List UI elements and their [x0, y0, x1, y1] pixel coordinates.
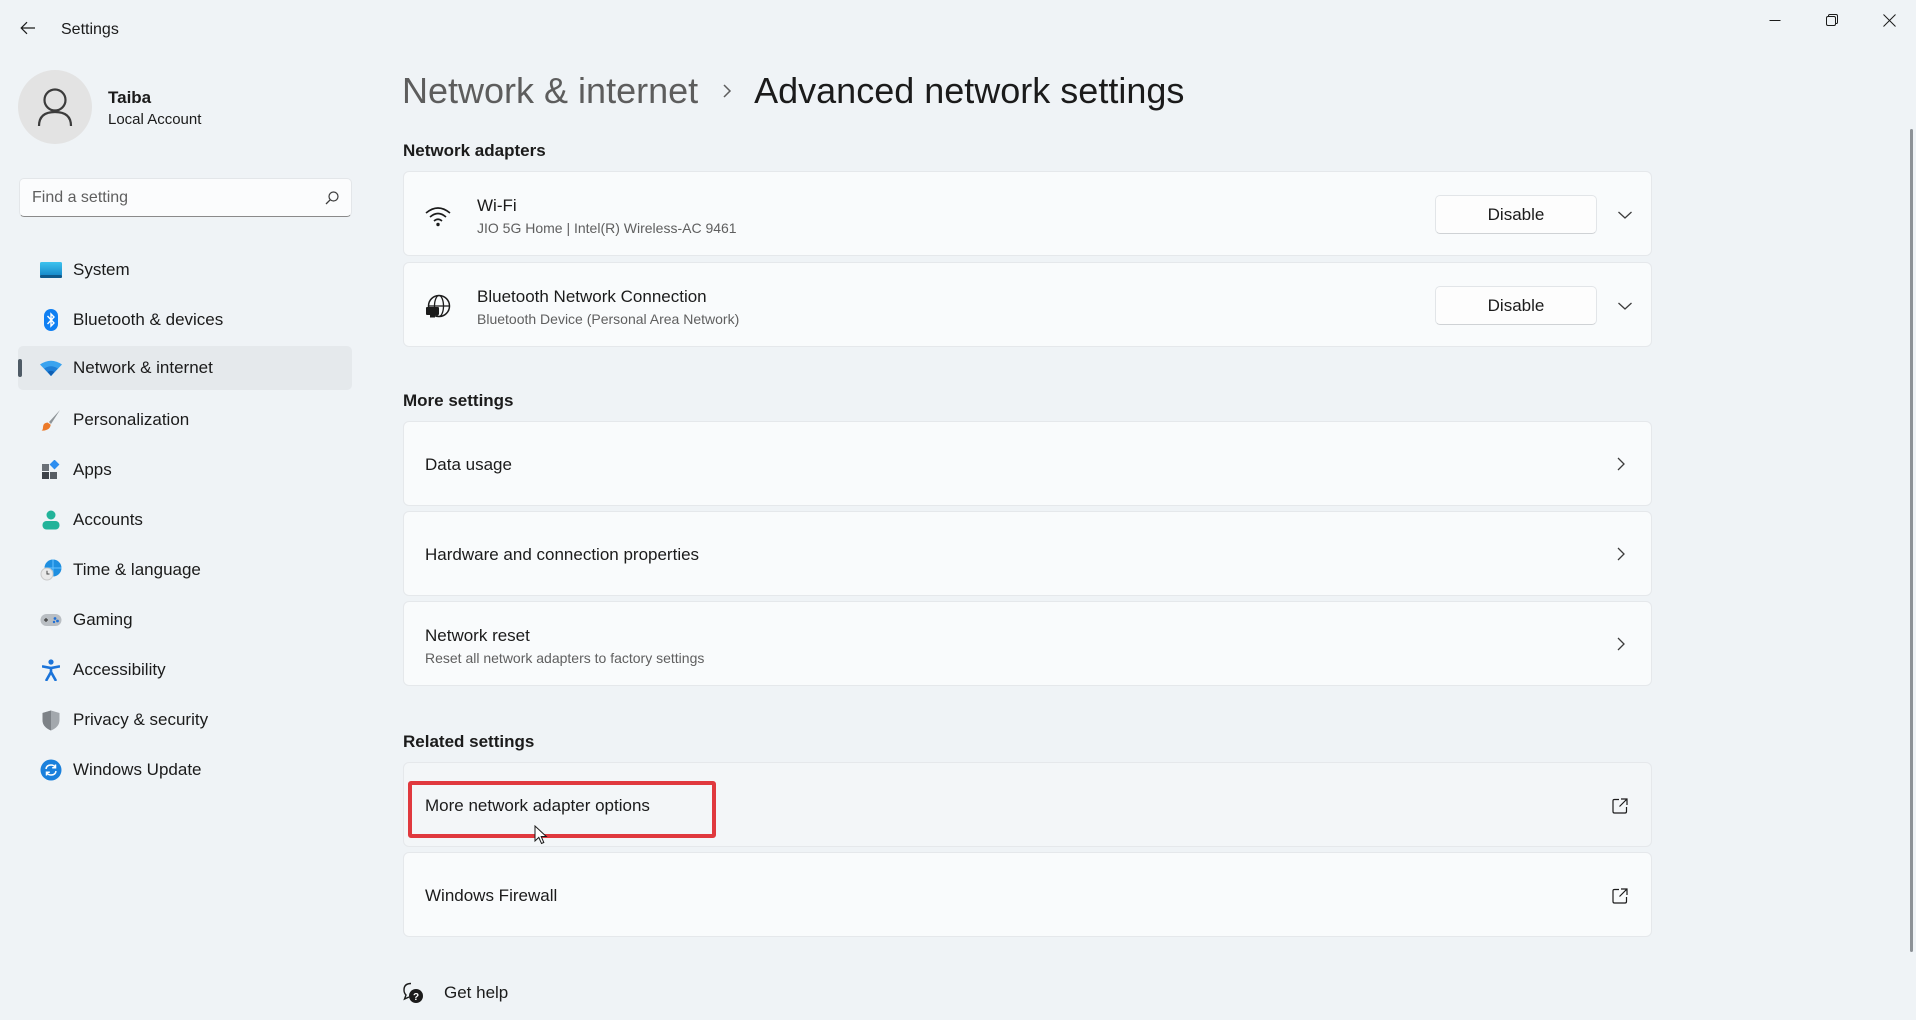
minimize-icon: [1769, 20, 1781, 21]
selection-indicator: [18, 359, 22, 377]
bluetooth-icon: [40, 309, 62, 331]
chevron-right-icon: [1613, 636, 1629, 652]
sidebar-item-network[interactable]: Network & internet: [18, 346, 352, 390]
breadcrumb: Network & internet Advanced network sett…: [402, 70, 1184, 112]
card-title: Windows Firewall: [425, 886, 558, 905]
breadcrumb-parent-link[interactable]: Network & internet: [402, 70, 698, 112]
refresh-icon: [40, 759, 62, 781]
card-title: Hardware and connection properties: [425, 545, 700, 564]
chevron-right-icon: [722, 83, 732, 99]
sidebar-item-label: Apps: [73, 460, 112, 479]
sidebar-item-bluetooth[interactable]: Bluetooth & devices: [18, 298, 352, 342]
chevron-down-icon: [1618, 302, 1632, 310]
section-title-related-settings: Related settings: [403, 732, 535, 751]
person-outline-icon: [37, 88, 73, 127]
adapter-card-wifi: Wi-Fi JIO 5G Home | Intel(R) Wireless-AC…: [403, 171, 1652, 256]
chevron-down-icon: [1618, 211, 1632, 219]
sidebar-item-accessibility[interactable]: Accessibility: [18, 648, 352, 692]
adapter-name: Bluetooth Network Connection: [477, 287, 707, 306]
sidebar-item-personalization[interactable]: Personalization: [18, 398, 352, 442]
search-icon[interactable]: [325, 190, 339, 205]
sidebar-item-label: System: [73, 260, 130, 279]
gamepad-icon: [40, 609, 62, 631]
network-reset-card[interactable]: Network reset Reset all network adapters…: [403, 601, 1652, 686]
sidebar-item-privacy[interactable]: Privacy & security: [18, 698, 352, 742]
sidebar-item-label: Time & language: [73, 560, 201, 579]
card-title: More network adapter options: [425, 796, 650, 815]
person-icon: [40, 509, 62, 531]
apps-icon: [40, 459, 62, 481]
restore-icon: [1826, 14, 1838, 26]
wifi-icon: [40, 357, 62, 379]
sidebar-item-accounts[interactable]: Accounts: [18, 498, 352, 542]
profile-name: Taiba: [108, 88, 152, 107]
card-title: Network reset: [425, 626, 530, 645]
accessibility-icon: [40, 659, 62, 681]
arrow-left-icon: [20, 21, 35, 35]
sidebar-item-label: Network & internet: [73, 358, 213, 377]
adapter-card-bluetooth: Bluetooth Network Connection Bluetooth D…: [403, 262, 1652, 347]
get-help-link[interactable]: ? Get help: [402, 978, 508, 1008]
globe-monitor-icon: [424, 293, 452, 321]
sidebar-item-apps[interactable]: Apps: [18, 448, 352, 492]
disable-wifi-button[interactable]: Disable: [1435, 195, 1597, 234]
avatar[interactable]: [18, 70, 92, 144]
close-button[interactable]: [1866, 4, 1912, 36]
more-network-adapter-options-card[interactable]: More network adapter options: [403, 762, 1652, 847]
app-title: Settings: [61, 21, 119, 38]
sidebar-item-system[interactable]: System: [18, 248, 352, 292]
help-chat-icon: ?: [403, 982, 423, 1003]
disable-bluetooth-network-button[interactable]: Disable: [1435, 286, 1597, 325]
sidebar-item-gaming[interactable]: Gaming: [18, 598, 352, 642]
external-link-icon: [1611, 887, 1629, 905]
minimize-button[interactable]: [1752, 4, 1798, 36]
sidebar-item-label: Privacy & security: [73, 710, 209, 729]
adapter-name: Wi-Fi: [477, 196, 517, 215]
shield-icon: [40, 709, 62, 731]
expand-wifi-button[interactable]: [1612, 202, 1638, 228]
sidebar-item-label: Windows Update: [73, 760, 202, 779]
chevron-right-icon: [1613, 456, 1629, 472]
back-button[interactable]: [14, 14, 42, 42]
hardware-properties-card[interactable]: Hardware and connection properties: [403, 511, 1652, 596]
sidebar-item-label: Accounts: [73, 510, 143, 529]
card-title: Data usage: [425, 455, 512, 474]
search-input[interactable]: [32, 188, 325, 207]
sidebar-item-windows-update[interactable]: Windows Update: [18, 748, 352, 792]
windows-firewall-card[interactable]: Windows Firewall: [403, 852, 1652, 937]
search-box[interactable]: [19, 178, 352, 217]
sidebar-item-label: Bluetooth & devices: [73, 310, 224, 329]
adapter-detail: Bluetooth Device (Personal Area Network): [477, 311, 740, 327]
system-monitor-icon: [40, 259, 62, 281]
page-title: Advanced network settings: [754, 70, 1185, 111]
wifi-icon: [424, 202, 452, 230]
get-help-label: Get help: [444, 983, 509, 1002]
globe-clock-icon: [40, 559, 62, 581]
expand-bluetooth-network-button[interactable]: [1612, 293, 1638, 319]
sidebar-item-label: Personalization: [73, 410, 190, 429]
sidebar-item-label: Accessibility: [73, 660, 166, 679]
sidebar-item-time-language[interactable]: Time & language: [18, 548, 352, 592]
card-subtitle: Reset all network adapters to factory se…: [425, 650, 705, 666]
svg-text:?: ?: [413, 992, 419, 1003]
section-title-network-adapters: Network adapters: [403, 141, 546, 160]
data-usage-card[interactable]: Data usage: [403, 421, 1652, 506]
external-link-icon: [1611, 797, 1629, 815]
vertical-scrollbar[interactable]: [1910, 129, 1913, 952]
adapter-detail: JIO 5G Home | Intel(R) Wireless-AC 9461: [477, 220, 737, 236]
account-type: Local Account: [108, 111, 202, 128]
section-title-more-settings: More settings: [403, 391, 514, 410]
sidebar-item-label: Gaming: [73, 610, 133, 629]
close-icon: [1882, 13, 1896, 27]
chevron-right-icon: [1613, 546, 1629, 562]
mouse-pointer-icon: [534, 824, 548, 850]
paintbrush-icon: [40, 409, 62, 431]
restore-button[interactable]: [1809, 4, 1855, 36]
